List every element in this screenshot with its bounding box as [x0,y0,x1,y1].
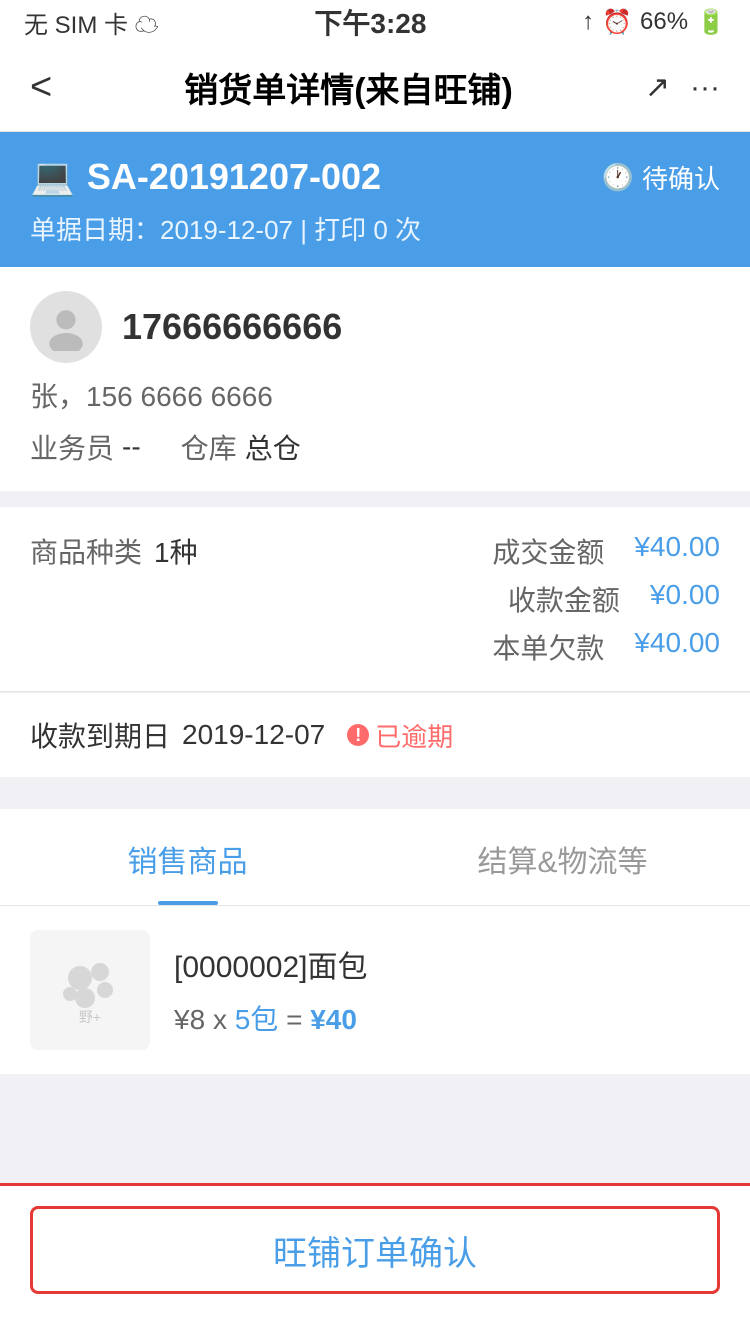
type-label: 商品种类 [30,531,142,571]
customer-section: 17666666666 张，156 6666 6666 业务员 -- 仓库 总仓 [0,267,750,491]
product-section: 野+ [0000002]面包 ¥8 x 5包 = ¥40 [0,906,750,1074]
amount-value-2: ¥40.00 [634,627,720,667]
product-price: ¥8 x 5包 = ¥40 [174,998,720,1038]
salesperson-value: -- [122,431,141,463]
nav-left: < [30,66,52,109]
product-info: [0000002]面包 ¥8 x 5包 = ¥40 [174,942,720,1038]
due-date: 2019-12-07 [182,719,325,751]
nav-right: ↗ ··· [645,70,720,105]
warehouse-value: 总仓 [245,427,301,467]
customer-meta: 业务员 -- 仓库 总仓 [30,427,720,467]
overdue-text: 已逾期 [375,717,453,754]
summary-right: 成交金额 ¥40.00 收款金额 ¥0.00 本单欠款 ¥40.00 [492,531,720,667]
order-date: 单据日期：2019-12-07 | 打印 0 次 [30,210,720,247]
multiply-sign: x [213,1004,235,1035]
equals-sign: = [286,1004,310,1035]
amount-label-1: 收款金额 [508,579,620,619]
order-id-icon: 💻 [30,156,75,198]
due-label: 收款到期日 [30,715,170,755]
sim-label: 无 SIM 卡 ☁ [24,5,159,40]
page-title: 销货单详情(来自旺铺) [184,63,513,112]
order-header: 💻 SA-20191207-002 🕐 待确认 单据日期：2019-12-07 … [0,132,750,267]
amount-label-0: 成交金额 [492,531,604,571]
order-id-text: SA-20191207-002 [87,156,381,198]
price-value: ¥8 [174,1004,205,1035]
confirm-button[interactable]: 旺铺订单确认 [30,1206,720,1294]
order-status: 🕐 待确认 [602,159,720,196]
divider-2 [0,691,750,692]
nav-bar: < 销货单详情(来自旺铺) ↗ ··· [0,44,750,132]
divider-3 [0,777,750,793]
product-name: [0000002]面包 [174,942,720,986]
summary-left: 商品种类 1种 [30,531,198,571]
status-bar: 无 SIM 卡 ☁ 下午3:28 ↑ ⏰ 66% 🔋 [0,0,750,44]
customer-name: 张，156 6666 6666 [30,375,720,415]
location-icon: ↑ [582,8,594,36]
summary-section: 商品种类 1种 成交金额 ¥40.00 收款金额 ¥0.00 本单欠款 ¥40.… [0,507,750,691]
product-thumbnail: 野+ [30,930,150,1050]
amount-row-2: 本单欠款 ¥40.00 [492,627,720,667]
more-icon[interactable]: ··· [690,71,720,105]
export-icon[interactable]: ↗ [645,70,670,105]
salesperson-label: 业务员 [30,427,114,467]
amount-label-2: 本单欠款 [492,627,604,667]
svg-text:野+: 野+ [79,1009,101,1025]
status-clock-icon: 🕐 [602,162,634,193]
warehouse-label: 仓库 [181,427,237,467]
status-left: 无 SIM 卡 ☁ [24,5,159,40]
amount-row-0: 成交金额 ¥40.00 [492,531,720,571]
customer-phone: 17666666666 [122,306,342,348]
tab-sales-products[interactable]: 销售商品 [0,809,375,905]
product-total: ¥40 [310,1004,357,1035]
overdue-icon: ! [347,724,369,746]
avatar [30,291,102,363]
status-right: ↑ ⏰ 66% 🔋 [582,8,726,37]
status-text: 待确认 [642,159,720,196]
tab-settlement[interactable]: 结算&物流等 [375,809,750,905]
warehouse-item: 仓库 总仓 [181,427,301,467]
alarm-icon: ⏰ [602,8,632,37]
battery-label: 66% [640,8,688,36]
product-item: 野+ [0000002]面包 ¥8 x 5包 = ¥40 [30,930,720,1050]
amount-row-1: 收款金额 ¥0.00 [508,579,720,619]
tabs-bar: 销售商品 结算&物流等 [0,809,750,906]
divider-1 [0,491,750,507]
amount-value-0: ¥40.00 [634,531,720,571]
due-section: 收款到期日 2019-12-07 ! 已逾期 [0,693,750,777]
type-value: 1种 [154,531,198,571]
order-id: 💻 SA-20191207-002 [30,156,381,198]
tab-settlement-label: 结算&物流等 [477,846,647,879]
amount-value-1: ¥0.00 [650,579,720,619]
salesperson-item: 业务员 -- [30,427,141,467]
tab-sales-label: 销售商品 [128,846,248,879]
status-time: 下午3:28 [314,2,426,42]
back-button[interactable]: < [30,66,52,109]
battery-icon: 🔋 [696,8,726,37]
tabs-section: 销售商品 结算&物流等 [0,809,750,906]
overdue-badge: ! 已逾期 [347,717,453,754]
confirm-button-wrap: 旺铺订单确认 [0,1183,750,1334]
product-qty: 5包 [235,1004,279,1035]
